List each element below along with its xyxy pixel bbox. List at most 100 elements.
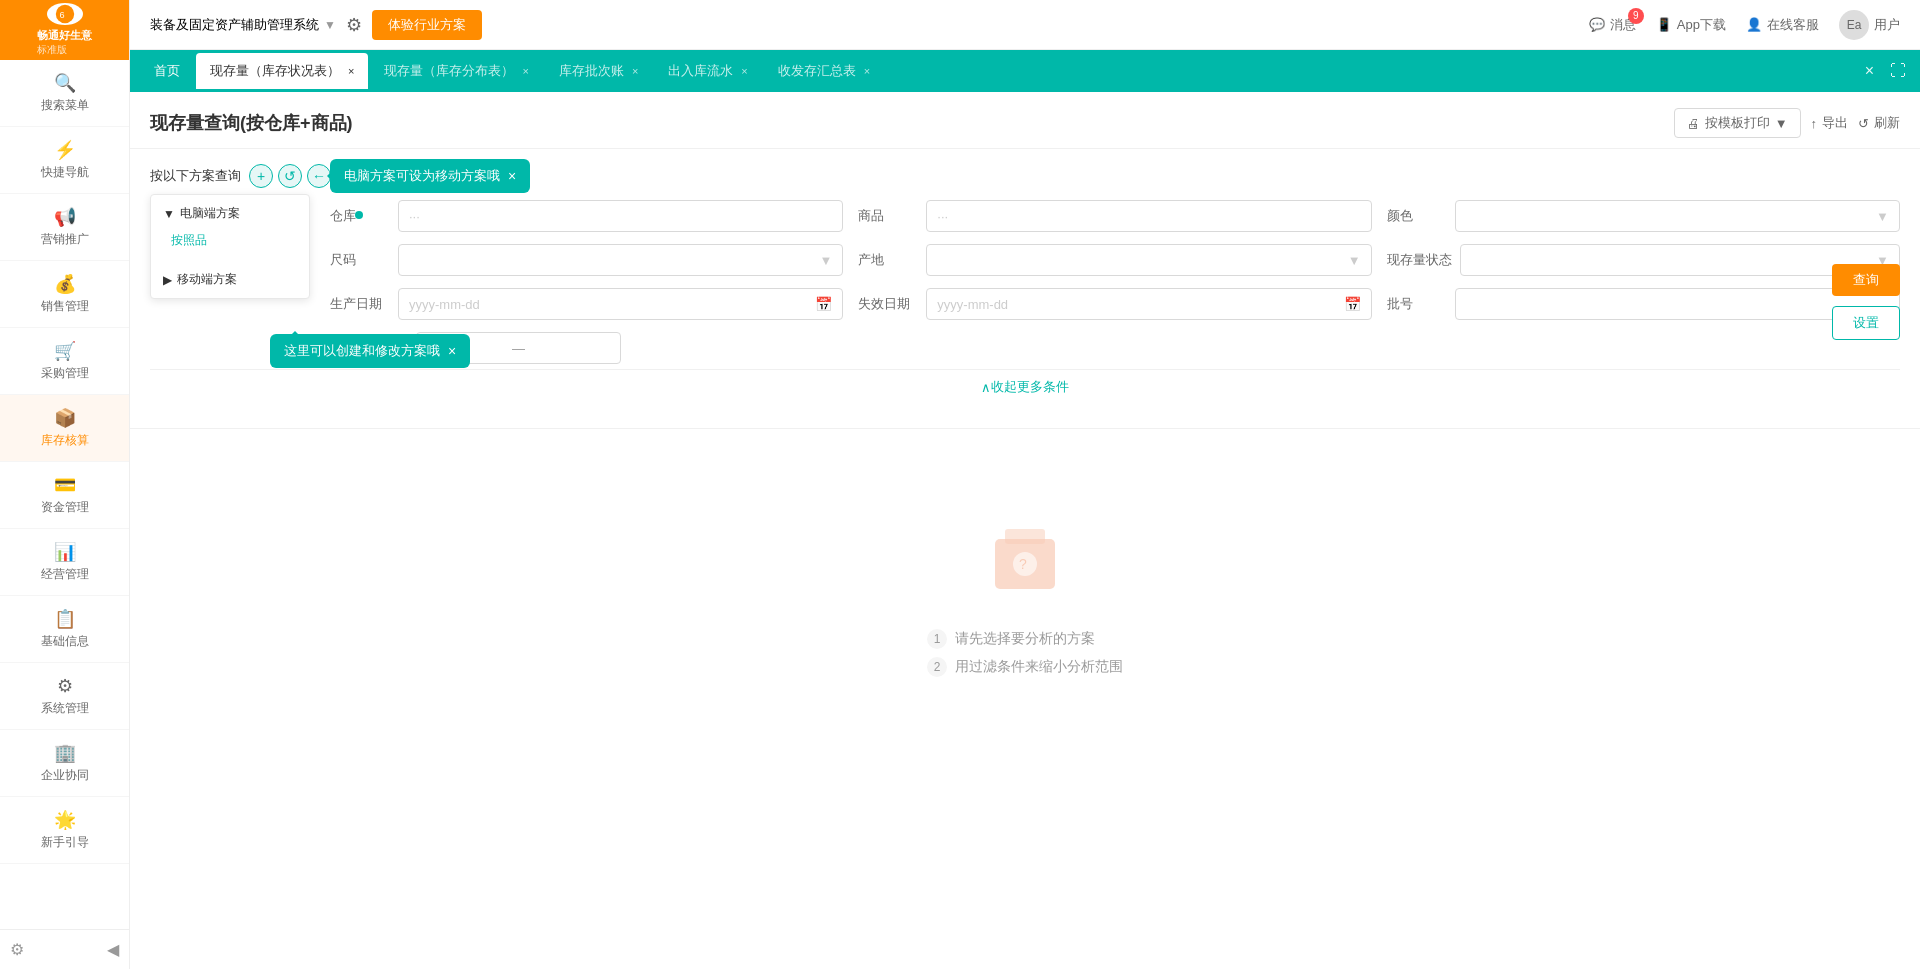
tab-close-stock-flow[interactable]: × <box>741 65 747 77</box>
edit-tooltip-close[interactable]: × <box>448 343 456 359</box>
empty-illustration: ? <box>975 509 1075 609</box>
scheme-item-goods[interactable]: 按照品 <box>151 226 309 255</box>
warehouse-select[interactable]: ··· <box>398 200 843 232</box>
sidebar-item-inventory[interactable]: 📦 库存核算 <box>0 395 129 462</box>
online-service-btn[interactable]: 👤 在线客服 <box>1746 16 1819 34</box>
tab-collect-summary[interactable]: 收发存汇总表 × <box>764 53 884 89</box>
empty-tip-2: 2 用过滤条件来缩小分析范围 <box>927 657 1123 677</box>
refresh-btn[interactable]: ↺ 刷新 <box>1858 114 1900 132</box>
export-icon: ↑ <box>1811 116 1818 131</box>
export-btn[interactable]: ↑ 导出 <box>1811 114 1849 132</box>
print-arrow: ▼ <box>1775 116 1788 131</box>
app-download-btn[interactable]: 📱 App下载 <box>1656 16 1726 34</box>
tab-fullscreen-btn[interactable]: ⛶ <box>1886 58 1910 84</box>
sidebar-item-enterprise[interactable]: 🏢 企业协同 <box>0 730 129 797</box>
sidebar-item-sales[interactable]: 💰 销售管理 <box>0 261 129 328</box>
tab-stock-dist[interactable]: 现存量（库存分布表） × <box>370 53 542 89</box>
basic-icon: 📋 <box>54 608 76 630</box>
sidebar-item-finance[interactable]: 💳 资金管理 <box>0 462 129 529</box>
sidebar-item-system[interactable]: ⚙ 系统管理 <box>0 663 129 730</box>
filter-actions: + ↺ ← <box>249 164 331 188</box>
prod-date-input[interactable]: yyyy-mm-dd 📅 <box>398 288 843 320</box>
add-scheme-btn[interactable]: + <box>249 164 273 188</box>
sidebar-nav: 🔍 搜索菜单 ⚡ 快捷导航 📢 营销推广 💰 销售管理 🛒 采购管理 📦 <box>0 60 129 929</box>
tab-close-all-btn[interactable]: × <box>1861 58 1878 84</box>
operation-icon: 📊 <box>54 541 76 563</box>
tip-num-1: 1 <box>927 629 947 649</box>
sidebar-item-guide[interactable]: 🌟 新手引导 <box>0 797 129 864</box>
filter-row-2: 尺码 ▼ 产地 ▼ <box>330 244 1900 276</box>
page-header-actions: 🖨 按模板打印 ▼ ↑ 导出 ↺ 刷新 <box>1674 108 1900 138</box>
tab-stock-batch[interactable]: 库存批次账 × <box>545 53 652 89</box>
tab-stock-status[interactable]: 现存量（库存状况表） × <box>196 53 368 89</box>
filter-section: 按以下方案查询 + ↺ ← 电脑方案可设为移动方案哦 × <box>130 149 1920 429</box>
system-title: 装备及固定资产辅助管理系统 <box>150 16 319 34</box>
industry-btn[interactable]: 体验行业方案 <box>372 10 482 40</box>
tab-stock-flow[interactable]: 出入库流水 × <box>654 53 761 89</box>
svg-text:?: ? <box>1019 556 1027 572</box>
warehouse-field: 仓库 ··· <box>330 200 843 232</box>
page-inner: 现存量查询(按仓库+商品) 🖨 按模板打印 ▼ ↑ 导出 ↺ <box>130 92 1920 969</box>
user-avatar: Ea <box>1839 10 1869 40</box>
scheme-panel: ▼ 电脑端方案 按照品 ▶ 移动端方案 <box>150 194 310 299</box>
page-content: 现存量查询(按仓库+商品) 🖨 按模板打印 ▼ ↑ 导出 ↺ <box>130 92 1920 969</box>
sidebar-item-search[interactable]: 🔍 搜索菜单 <box>0 60 129 127</box>
collapse-btn[interactable]: ∧ 收起更多条件 <box>150 369 1900 404</box>
filter-row-4: 现存量（主） — <box>330 332 1900 364</box>
tip-num-2: 2 <box>927 657 947 677</box>
top-header: 装备及固定资产辅助管理系统 ▼ ⚙ 体验行业方案 💬 消息 9 📱 App下载 … <box>130 0 1920 50</box>
dot <box>355 211 363 219</box>
expiry-date-input[interactable]: yyyy-mm-dd 📅 <box>926 288 1371 320</box>
header-settings-btn[interactable]: ⚙ <box>346 14 362 36</box>
refresh-scheme-btn[interactable]: ↺ <box>278 164 302 188</box>
scheme-tooltip-close[interactable]: × <box>508 168 516 184</box>
sidebar: 6 畅通好生意 标准版 🔍 搜索菜单 ⚡ 快捷导航 📢 营销推广 💰 销 <box>0 0 130 969</box>
prod-date-label: 生产日期 <box>330 295 390 313</box>
range-dash: — <box>512 341 525 356</box>
origin-select[interactable]: ▼ <box>926 244 1371 276</box>
desktop-scheme-title[interactable]: ▼ 电脑端方案 <box>151 201 309 226</box>
guide-icon: 🌟 <box>54 809 76 831</box>
collapse-icon: ∧ <box>981 380 991 395</box>
system-select[interactable]: 装备及固定资产辅助管理系统 ▼ <box>150 16 336 34</box>
tab-close-stock-dist[interactable]: × <box>522 65 528 77</box>
page-header: 现存量查询(按仓库+商品) 🖨 按模板打印 ▼ ↑ 导出 ↺ <box>130 92 1920 149</box>
collapse-sidebar-btn[interactable]: ◀ <box>107 940 119 959</box>
stock-status-label: 现存量状态 <box>1387 251 1452 269</box>
tab-close-collect-summary[interactable]: × <box>864 65 870 77</box>
color-select[interactable]: ▼ <box>1455 200 1900 232</box>
color-arrow: ▼ <box>1876 209 1889 224</box>
sidebar-item-operation[interactable]: 📊 经营管理 <box>0 529 129 596</box>
reset-btn[interactable]: 设置 <box>1832 306 1900 340</box>
sidebar-item-purchase[interactable]: 🛒 采购管理 <box>0 328 129 395</box>
search-btn-area: 查询 设置 <box>1832 264 1900 340</box>
print-btn[interactable]: 🖨 按模板打印 ▼ <box>1674 108 1801 138</box>
tab-home[interactable]: 首页 <box>140 53 194 89</box>
svg-text:6: 6 <box>59 10 64 20</box>
marketing-icon: 📢 <box>54 206 76 228</box>
prod-date-field: 生产日期 yyyy-mm-dd 📅 <box>330 288 843 320</box>
svg-point-0 <box>55 5 73 23</box>
system-select-arrow: ▼ <box>324 18 336 32</box>
user-btn[interactable]: Ea 用户 <box>1839 10 1900 40</box>
sidebar-item-marketing[interactable]: 📢 营销推广 <box>0 194 129 261</box>
tab-close-stock-status[interactable]: × <box>348 65 354 77</box>
goods-select[interactable]: ··· <box>926 200 1371 232</box>
edit-tooltip: 这里可以创建和修改方案哦 × <box>270 334 470 368</box>
size-arrow: ▼ <box>819 253 832 268</box>
message-btn[interactable]: 💬 消息 9 <box>1589 16 1636 34</box>
stock-range-max[interactable] <box>530 341 610 356</box>
tab-close-stock-batch[interactable]: × <box>632 65 638 77</box>
header-left: 装备及固定资产辅助管理系统 ▼ ⚙ 体验行业方案 <box>150 10 482 40</box>
sidebar-item-quick-nav[interactable]: ⚡ 快捷导航 <box>0 127 129 194</box>
size-select[interactable]: ▼ <box>398 244 843 276</box>
mobile-scheme-title[interactable]: ▶ 移动端方案 <box>151 267 309 292</box>
sidebar-item-basic[interactable]: 📋 基础信息 <box>0 596 129 663</box>
search-btn[interactable]: 查询 <box>1832 264 1900 296</box>
system-icon: ⚙ <box>57 675 73 697</box>
empty-tip-1: 1 请先选择要分析的方案 <box>927 629 1123 649</box>
filter-row-1: 仓库 ··· 商品 ··· <box>330 200 1900 232</box>
settings-footer-btn[interactable]: ⚙ <box>10 940 24 959</box>
logo-text: 畅通好生意 标准版 <box>37 28 92 57</box>
print-icon: 🖨 <box>1687 116 1700 131</box>
